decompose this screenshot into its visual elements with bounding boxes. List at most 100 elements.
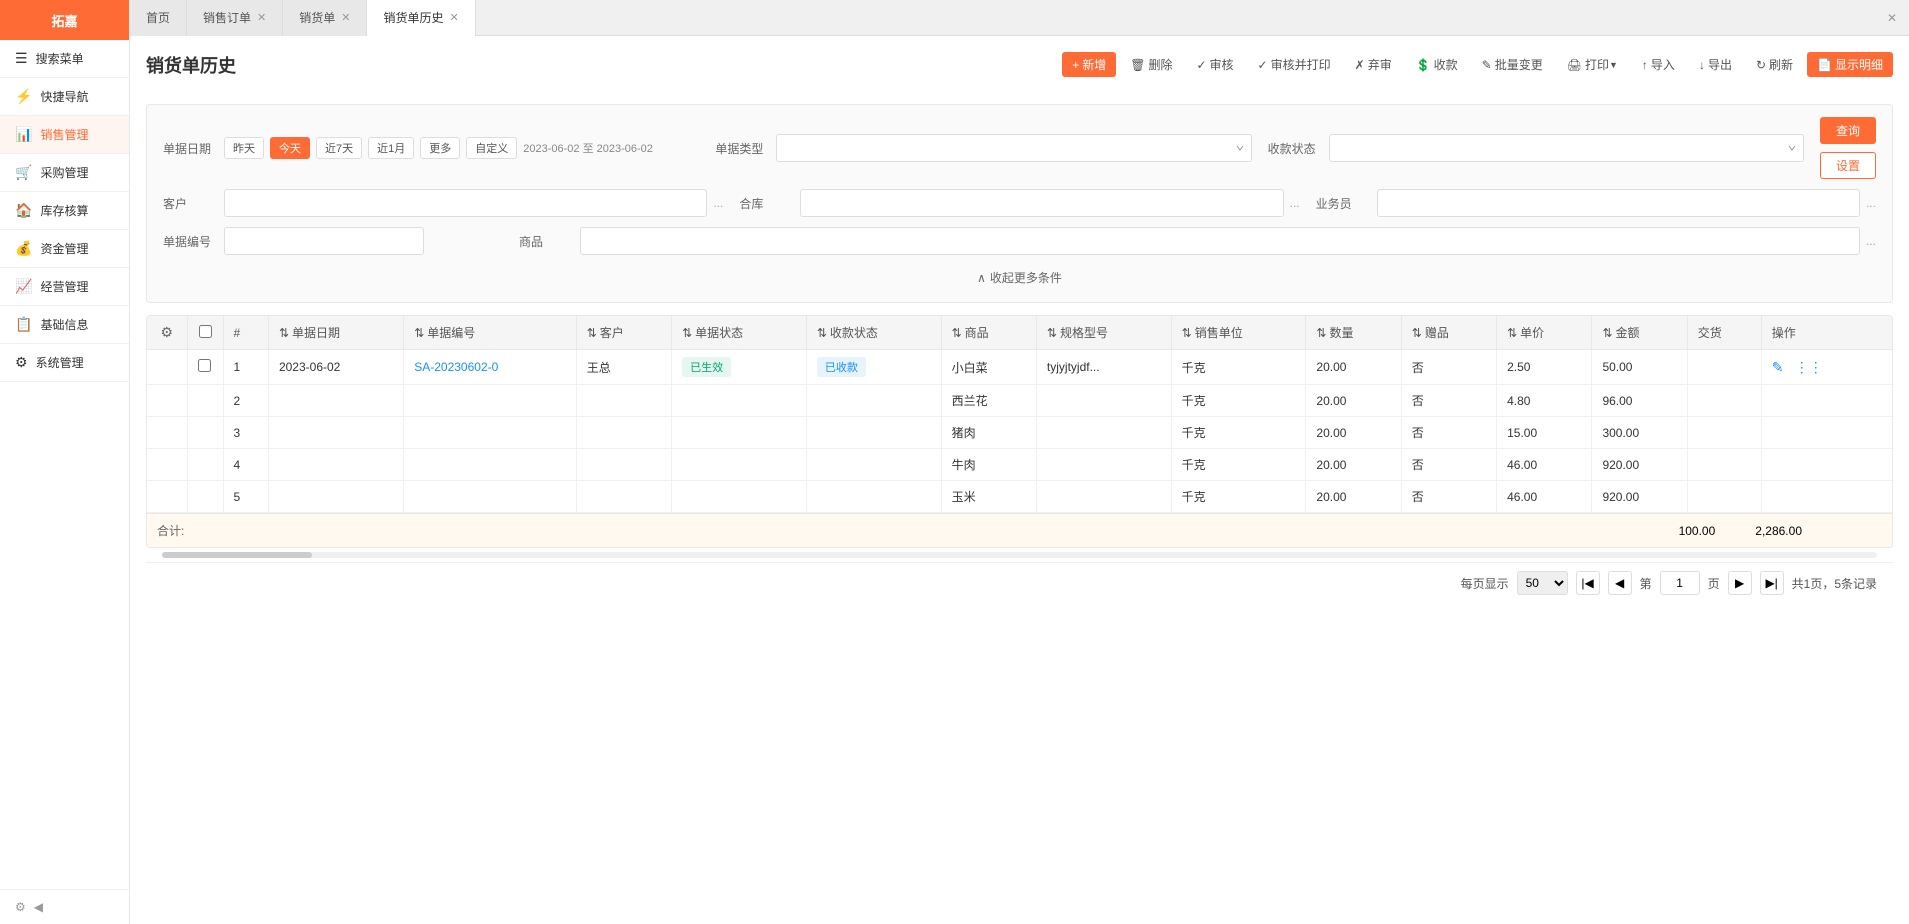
tab-home[interactable]: 首页 [130, 0, 187, 36]
th-amount[interactable]: ⇅ 金额 [1592, 316, 1687, 350]
row-select-checkbox[interactable] [198, 359, 211, 372]
row-no: 5 [223, 481, 268, 513]
more-icon[interactable]: ⋮⋮ [1795, 359, 1823, 375]
batch-change-button[interactable]: ✎ 批量变更 [1472, 52, 1553, 77]
add-button[interactable]: + 新增 [1062, 52, 1116, 77]
date-today-btn[interactable]: 今天 [270, 137, 310, 159]
row-goods: 西兰花 [941, 385, 1036, 417]
export-button[interactable]: ↓ 导出 [1689, 52, 1742, 77]
th-qty[interactable]: ⇅ 数量 [1306, 316, 1401, 350]
query-button[interactable]: 查询 [1820, 117, 1876, 144]
row-no: 1 [223, 350, 268, 385]
date-1month-btn[interactable]: 近1月 [368, 137, 414, 159]
th-gift[interactable]: ⇅ 赠品 [1401, 316, 1496, 350]
date-custom-btn[interactable]: 自定义 [466, 137, 517, 159]
batch-change-icon: ✎ [1482, 58, 1492, 72]
close-sales-history-tab[interactable]: ✕ [450, 11, 459, 24]
prev-page-btn[interactable]: ◀ [1608, 571, 1632, 595]
sidebar-item-purchase-mgmt[interactable]: 🛒 采购管理 [0, 154, 129, 192]
next-page-btn[interactable]: ▶ [1728, 571, 1752, 595]
close-sales-order-tab[interactable]: ✕ [257, 11, 266, 24]
print-button[interactable]: 🖨 打印 ▼ [1557, 52, 1628, 77]
doc-no-input[interactable] [224, 227, 424, 255]
per-page-select[interactable]: 50 100 [1517, 571, 1568, 595]
close-sales-goods-tab[interactable]: ✕ [341, 11, 350, 24]
row-doc-no[interactable]: SA-20230602-0 [404, 350, 577, 385]
abandon-button[interactable]: ✗ 弃审 [1345, 52, 1402, 77]
tab-sales-history[interactable]: 销货单历史 ✕ [367, 0, 475, 36]
row-spec-type [1036, 417, 1171, 449]
audit-print-button[interactable]: ✓ 审核并打印 [1248, 52, 1341, 77]
date-7days-btn[interactable]: 近7天 [316, 137, 362, 159]
staff-input[interactable] [1377, 189, 1860, 217]
collect-button[interactable]: 💲 收款 [1406, 52, 1468, 77]
row-checkbox[interactable] [187, 481, 223, 513]
sidebar-item-operations-mgmt[interactable]: 📈 经营管理 [0, 268, 129, 306]
last-page-btn[interactable]: ▶| [1760, 571, 1784, 595]
delete-button[interactable]: 🗑 删除 [1120, 52, 1182, 77]
collect-status-select[interactable] [1329, 134, 1804, 162]
th-sale-unit[interactable]: ⇅ 销售单位 [1171, 316, 1306, 350]
tab-bar: 首页 销售订单 ✕ 销货单 ✕ 销货单历史 ✕ ✕ [130, 0, 1909, 36]
customer-input[interactable] [224, 189, 707, 217]
staff-dots[interactable]: ... [1866, 196, 1876, 210]
th-gear[interactable]: ⚙ [147, 316, 187, 350]
first-page-btn[interactable]: |◀ [1576, 571, 1600, 595]
th-doc-status[interactable]: ⇅ 单据状态 [672, 316, 807, 350]
date-yesterday-btn[interactable]: 昨天 [224, 137, 264, 159]
audit-button[interactable]: ✓ 审核 [1186, 52, 1243, 77]
row-spec-type: tyjyjtyjdf... [1036, 350, 1171, 385]
th-checkbox[interactable] [187, 316, 223, 350]
horizontal-scrollbar[interactable] [146, 548, 1893, 562]
import-button[interactable]: ↑ 导入 [1632, 52, 1685, 77]
row-customer [576, 417, 671, 449]
sidebar-item-system-mgmt[interactable]: ⚙ 系统管理 [0, 344, 129, 382]
date-range-buttons: 昨天 今天 近7天 近1月 更多 自定义 2023-06-02 至 2023-0… [224, 137, 653, 159]
sidebar-item-inventory-calc[interactable]: 🏠 库存核算 [0, 192, 129, 230]
sidebar-item-search-menu[interactable]: ☰ 搜索菜单 [0, 40, 129, 78]
sidebar-item-sales-mgmt[interactable]: 📊 销售管理 [0, 116, 129, 154]
doc-no-link[interactable]: SA-20230602-0 [414, 360, 498, 374]
warehouse-dots[interactable]: ... [1290, 196, 1300, 210]
collapse-bottom-icon[interactable]: ◀ [34, 900, 43, 914]
edit-icon[interactable]: ✎ [1772, 359, 1784, 375]
sidebar-item-label: 经营管理 [40, 278, 88, 295]
th-collect-status[interactable]: ⇅ 收款状态 [806, 316, 941, 350]
th-spec-type[interactable]: ⇅ 规格型号 [1036, 316, 1171, 350]
sidebar-item-finance-mgmt[interactable]: 💰 资金管理 [0, 230, 129, 268]
row-doc-date [268, 417, 403, 449]
scrollbar-thumb[interactable] [162, 552, 312, 558]
customer-dots[interactable]: ... [713, 196, 723, 210]
th-goods[interactable]: ⇅ 商品 [941, 316, 1036, 350]
row-checkbox[interactable] [187, 385, 223, 417]
th-doc-no[interactable]: ⇅ 单据编号 [404, 316, 577, 350]
close-all-tabs[interactable]: ✕ [1875, 11, 1909, 25]
doc-type-select[interactable] [776, 134, 1251, 162]
sidebar-item-quick-nav[interactable]: ⚡ 快捷导航 [0, 78, 129, 116]
tab-sales-order[interactable]: 销售订单 ✕ [187, 0, 283, 36]
date-more-btn[interactable]: 更多 [420, 137, 460, 159]
refresh-button[interactable]: ↻ 刷新 [1746, 52, 1803, 77]
doc-no-label: 单据编号 [163, 233, 218, 250]
th-unit-price[interactable]: ⇅ 单价 [1497, 316, 1592, 350]
th-doc-date[interactable]: ⇅ 单据日期 [268, 316, 403, 350]
row-no: 2 [223, 385, 268, 417]
show-detail-button[interactable]: 📄 显示明细 [1807, 52, 1893, 77]
row-checkbox[interactable] [187, 449, 223, 481]
row-checkbox[interactable] [187, 350, 223, 385]
goods-input[interactable] [580, 227, 1860, 255]
filter-doc-no: 单据编号 [163, 227, 503, 255]
sidebar-item-basic-info[interactable]: 📋 基础信息 [0, 306, 129, 344]
collapse-link[interactable]: ∧ 收起更多条件 [163, 265, 1876, 290]
row-gift: 否 [1401, 417, 1496, 449]
th-customer[interactable]: ⇅ 客户 [576, 316, 671, 350]
settings-bottom-icon[interactable]: ⚙ [15, 900, 26, 914]
status-badge: 已生效 [682, 357, 731, 377]
filter-settings-button[interactable]: 设置 [1820, 152, 1876, 179]
tab-sales-goods[interactable]: 销货单 ✕ [283, 0, 367, 36]
page-number-input[interactable] [1660, 571, 1700, 595]
select-all-checkbox[interactable] [199, 325, 212, 338]
warehouse-input[interactable] [800, 189, 1283, 217]
row-checkbox[interactable] [187, 417, 223, 449]
goods-dots[interactable]: ... [1866, 234, 1876, 248]
